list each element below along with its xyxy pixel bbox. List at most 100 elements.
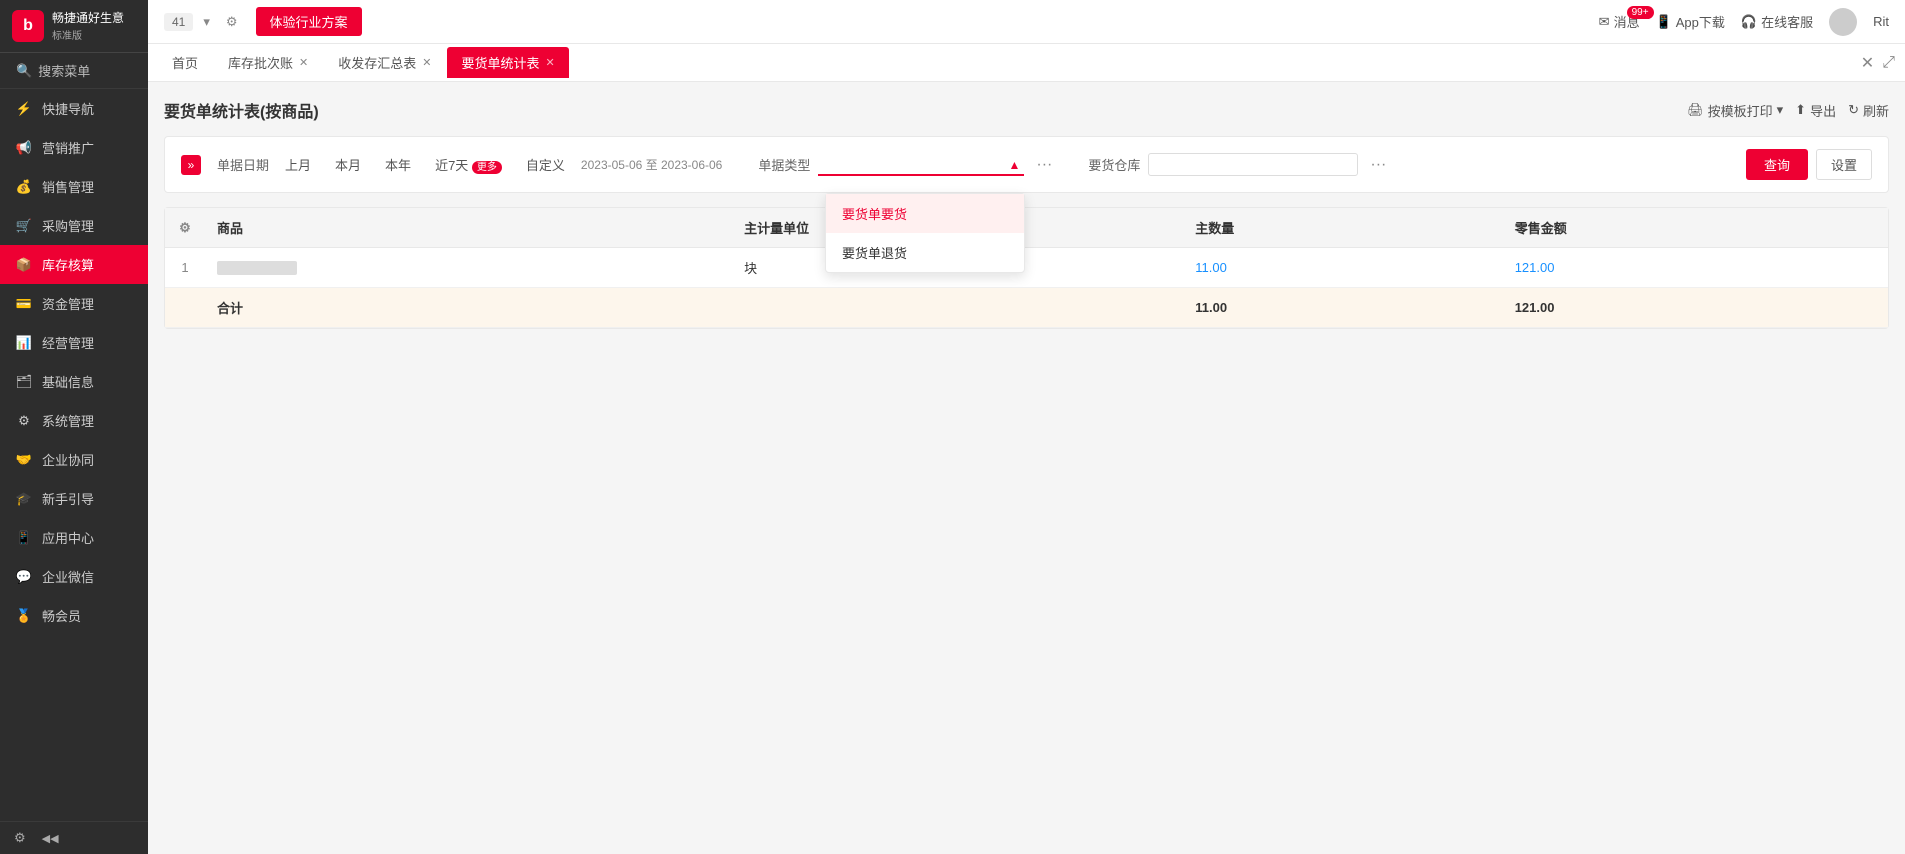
logo-icon: b xyxy=(12,10,44,42)
app-label: App下载 xyxy=(1676,12,1725,31)
dropdown-item-label: 要货单要货 xyxy=(842,207,907,222)
col-settings-icon[interactable]: ⚙ xyxy=(179,220,191,235)
sidebar-label: 畅会员 xyxy=(42,606,81,625)
tab-close-active-icon[interactable]: ✕ xyxy=(546,56,555,69)
search-menu[interactable]: 🔍 搜索菜单 xyxy=(0,53,148,89)
sidebar-item-purchase[interactable]: 🛒 采购管理 xyxy=(0,206,148,245)
refresh-btn[interactable]: ↻ 刷新 xyxy=(1848,101,1889,120)
print-chevron[interactable]: ▾ xyxy=(1777,102,1784,118)
print-btn[interactable]: 🖨 按模板打印 ▾ xyxy=(1687,101,1783,120)
qty-value[interactable]: 11.00 xyxy=(1195,260,1227,275)
date-btn-thismonth[interactable]: 本月 xyxy=(327,152,369,177)
more-badge: 更多 xyxy=(472,161,502,174)
filter-actions: 查询 设置 xyxy=(1746,149,1872,180)
user-avatar[interactable] xyxy=(1829,8,1857,36)
tab-batch[interactable]: 库存批次账 ✕ xyxy=(214,47,322,78)
amount-value[interactable]: 121.00 xyxy=(1515,260,1555,275)
sidebar-item-member[interactable]: 🏅 畅会员 xyxy=(0,596,148,635)
filter-more-icon[interactable]: ··· xyxy=(1036,156,1052,174)
marketing-icon: 📢 xyxy=(14,140,34,156)
main-content: 41 ▾ ⚙ 体验行业方案 ✉ 消息 99+ 📱 App下载 🎧 在线客服 Ri… xyxy=(148,0,1905,854)
settings-btn[interactable]: 设置 xyxy=(1816,149,1872,180)
app-download-btn[interactable]: 📱 App下载 xyxy=(1656,12,1725,31)
service-btn[interactable]: 🎧 在线客服 xyxy=(1741,12,1813,31)
sidebar-item-system[interactable]: ⚙ 系统管理 xyxy=(0,401,148,440)
date-btn-custom[interactable]: 自定义 xyxy=(518,152,573,177)
warehouse-select-wrap xyxy=(1148,153,1358,176)
date-range: 2023-05-06 至 2023-06-06 xyxy=(581,156,722,173)
sidebar-item-finance[interactable]: 💳 资金管理 xyxy=(0,284,148,323)
sidebar-item-guide[interactable]: 🎓 新手引导 xyxy=(0,479,148,518)
industry-btn[interactable]: 体验行业方案 xyxy=(256,7,362,36)
sidebar-item-marketing[interactable]: 📢 营销推广 xyxy=(0,128,148,167)
app-logo: b 畅捷通好生意 标准版 xyxy=(0,0,148,53)
ops-icon: 📊 xyxy=(14,335,34,351)
header-gear-icon[interactable]: ⚙ xyxy=(226,14,238,30)
tab-expand-icon[interactable]: ⤢ xyxy=(1882,54,1895,72)
footer-qty: 11.00 xyxy=(1183,288,1502,328)
service-label: 在线客服 xyxy=(1761,12,1813,31)
collab-icon: 🤝 xyxy=(14,452,34,468)
dropdown-item-return[interactable]: 要货单退货 xyxy=(826,233,1024,272)
quicknav-icon: ⚡ xyxy=(14,101,34,117)
cell-seq: 1 xyxy=(165,248,205,288)
warehouse-input[interactable] xyxy=(1148,153,1358,176)
sidebar-item-basic[interactable]: 🗂 基础信息 xyxy=(0,362,148,401)
date-btn-lastmonth[interactable]: 上月 xyxy=(277,152,319,177)
tabs-bar: 首页 库存批次账 ✕ 收发存汇总表 ✕ 要货单统计表 ✕ ✕ ⤢ xyxy=(148,44,1905,82)
page-title: 要货单统计表(按商品) xyxy=(164,98,319,122)
warehouse-more-icon[interactable]: ··· xyxy=(1370,156,1386,174)
tab-order-stats[interactable]: 要货单统计表 ✕ xyxy=(447,47,568,78)
page-actions: 🖨 按模板打印 ▾ ⬆ 导出 ↻ 刷新 xyxy=(1687,101,1889,120)
date-btn-7days[interactable]: 近7天 更多 xyxy=(427,152,510,177)
sidebar-label: 采购管理 xyxy=(42,216,94,235)
export-btn[interactable]: ⬆ 导出 xyxy=(1795,101,1836,120)
type-select-wrap: ▲ xyxy=(818,153,1024,176)
footer-label: 合计 xyxy=(205,288,732,328)
tab-label: 要货单统计表 xyxy=(461,53,539,72)
footer-amount: 121.00 xyxy=(1503,288,1888,328)
sidebar-label: 营销推广 xyxy=(42,138,94,157)
collapse-icon[interactable]: ◀◀ xyxy=(42,832,59,845)
tab-label: 库存批次账 xyxy=(228,53,293,72)
sidebar-item-ops[interactable]: 📊 经营管理 xyxy=(0,323,148,362)
sidebar-label: 企业协同 xyxy=(42,450,94,469)
sidebar-item-apps[interactable]: 📱 应用中心 xyxy=(0,518,148,557)
sidebar-label: 企业微信 xyxy=(42,567,94,586)
filter-expand-btn[interactable]: » xyxy=(181,155,201,175)
sidebar-item-collab[interactable]: 🤝 企业协同 xyxy=(0,440,148,479)
sidebar-item-sales[interactable]: 💰 销售管理 xyxy=(0,167,148,206)
sidebar-item-wechat[interactable]: 💬 企业微信 xyxy=(0,557,148,596)
tab-close-icon[interactable]: ✕ xyxy=(299,56,308,69)
tab-summary[interactable]: 收发存汇总表 ✕ xyxy=(324,47,445,78)
msg-badge: 99+ xyxy=(1627,6,1654,19)
data-table: ⚙ 商品 主计量单位 主数量 零售金额 1 块 xyxy=(165,208,1888,328)
msg-btn[interactable]: ✉ 消息 99+ xyxy=(1599,12,1640,31)
col-settings[interactable]: ⚙ xyxy=(165,208,205,248)
purchase-icon: 🛒 xyxy=(14,218,34,234)
search-label: 搜索菜单 xyxy=(38,61,90,80)
type-input[interactable] xyxy=(818,153,1024,176)
sidebar-label: 应用中心 xyxy=(42,528,94,547)
date-btn-thisyear[interactable]: 本年 xyxy=(377,152,419,177)
sales-icon: 💰 xyxy=(14,179,34,195)
tab-close-all-icon[interactable]: ✕ xyxy=(1861,53,1874,73)
dropdown-item-label: 要货单退货 xyxy=(842,246,907,261)
page-title-bar: 要货单统计表(按商品) 🖨 按模板打印 ▾ ⬆ 导出 ↻ 刷新 xyxy=(164,98,1889,122)
header-dropdown-icon[interactable]: ▾ xyxy=(203,14,210,30)
tab-home[interactable]: 首页 xyxy=(158,47,212,78)
user-name[interactable]: Rit xyxy=(1873,14,1889,29)
sidebar-item-quicknav[interactable]: ⚡ 快捷导航 xyxy=(0,89,148,128)
dropdown-item-order[interactable]: 要货单要货 xyxy=(826,194,1024,233)
filter-bar: » 单据日期 上月 本月 本年 近7天 更多 自定义 2023-05-06 至 … xyxy=(164,136,1889,193)
type-dropdown: 要货单要货 要货单退货 xyxy=(825,193,1025,273)
query-btn[interactable]: 查询 xyxy=(1746,149,1808,180)
sidebar-item-inventory[interactable]: 📦 库存核算 xyxy=(0,245,148,284)
tab-close-icon[interactable]: ✕ xyxy=(422,56,431,69)
tab-label: 首页 xyxy=(172,53,198,72)
settings-icon[interactable]: ⚙ xyxy=(14,830,26,846)
tabs-right: ✕ ⤢ xyxy=(1861,53,1895,73)
type-filter-group: 单据类型 ▲ ··· xyxy=(758,153,1052,176)
sidebar-label: 快捷导航 xyxy=(42,99,94,118)
cell-product xyxy=(205,248,732,288)
